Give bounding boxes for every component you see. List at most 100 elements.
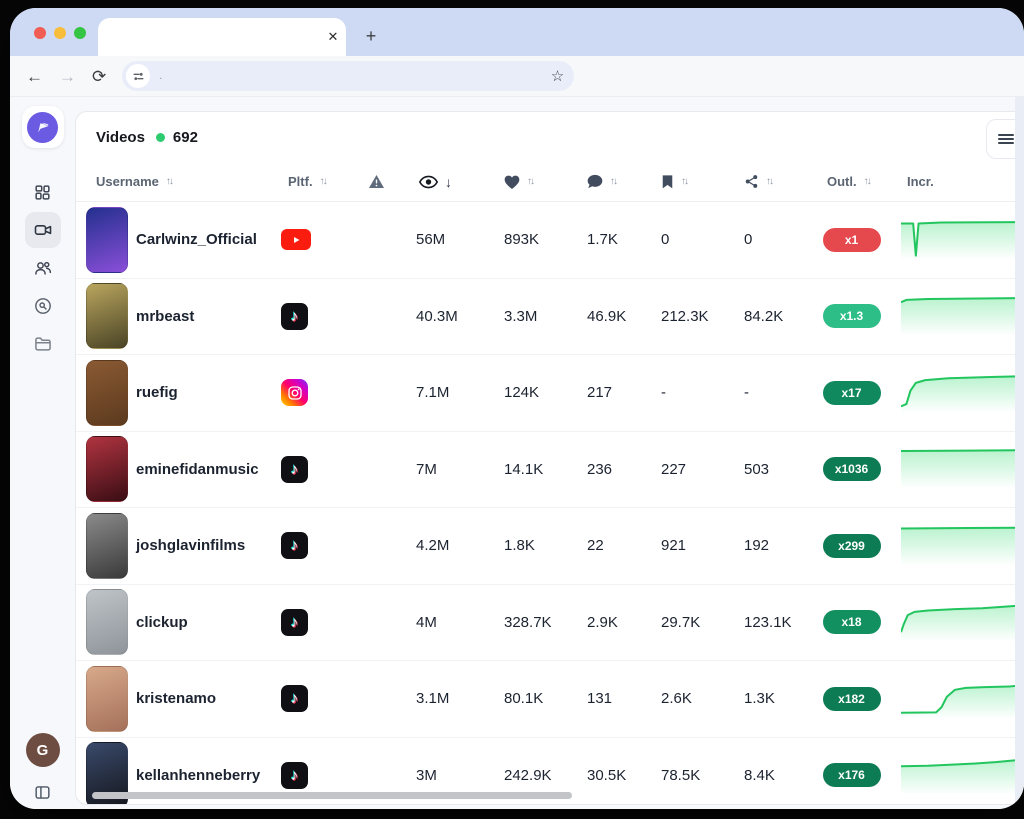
comments-cell: 131 — [572, 690, 646, 707]
bookmarks-cell: 921 — [646, 537, 729, 554]
username-cell[interactable]: kristenamo — [136, 690, 281, 707]
video-thumbnail[interactable] — [86, 360, 128, 426]
sidebar-item-accounts[interactable] — [25, 250, 61, 286]
people-icon — [33, 258, 53, 278]
table-row[interactable]: mrbeast ♪ 40.3M 3.3M 46.9K 212.3K 84.2K … — [76, 279, 1024, 356]
sidebar-item-dashboard[interactable] — [25, 174, 61, 210]
sort-icon[interactable]: ↑↓ — [320, 176, 326, 187]
shares-cell: - — [729, 384, 812, 401]
table-row[interactable]: eminefidanmusic ♪ 7M 14.1K 236 227 503 x… — [76, 432, 1024, 509]
reload-icon[interactable]: ⟳ — [92, 68, 106, 85]
views-cell: 4M — [406, 614, 489, 631]
comments-cell: 1.7K — [572, 231, 646, 248]
username-cell[interactable]: Carlwinz_Official — [136, 231, 281, 248]
card-header: Videos 692 — [76, 112, 1024, 162]
browser-window: ✕ + ← → ⟳ . ☆ — [10, 8, 1024, 809]
table-row[interactable]: clickup ♪ 4M 328.7K 2.9K 29.7K 123.1K x1… — [76, 585, 1024, 662]
increase-sparkline — [901, 676, 1024, 722]
address-bar[interactable]: . ☆ — [122, 61, 574, 91]
browser-tab[interactable]: ✕ — [98, 18, 346, 56]
sort-icon[interactable]: ↑↓ — [681, 176, 687, 187]
forward-icon[interactable]: → — [59, 68, 76, 85]
table-header: Username↑↓ Pltf.↑↓ ↓ ↑↓ — [76, 162, 1024, 202]
sort-icon[interactable]: ↑↓ — [766, 176, 772, 187]
minimize-window-button[interactable] — [54, 27, 66, 39]
outlier-badge: x18 — [823, 610, 881, 634]
column-warning[interactable] — [346, 174, 406, 189]
bookmark-star-icon[interactable]: ☆ — [551, 67, 564, 85]
username-cell[interactable]: kellanhenneberry — [136, 767, 281, 784]
tiktok-icon: ♪ — [281, 762, 308, 789]
sort-icon[interactable]: ↑↓ — [166, 176, 172, 187]
video-thumbnail[interactable] — [86, 436, 128, 502]
shares-cell: 84.2K — [729, 308, 812, 325]
tiktok-icon: ♪ — [281, 609, 308, 636]
shares-cell: 0 — [729, 231, 812, 248]
username-cell[interactable]: eminefidanmusic — [136, 461, 281, 478]
avatar[interactable]: G — [26, 733, 60, 767]
sidebar-nav — [25, 174, 61, 362]
column-username[interactable]: Username↑↓ — [96, 174, 288, 189]
sort-icon[interactable]: ↑↓ — [864, 176, 870, 187]
horizontal-scrollbar[interactable] — [92, 792, 572, 799]
maximize-window-button[interactable] — [74, 27, 86, 39]
sidebar: G — [10, 97, 75, 809]
sidebar-item-videos[interactable] — [25, 212, 61, 248]
collapse-sidebar-icon[interactable] — [33, 783, 52, 802]
increase-sparkline — [901, 370, 1024, 416]
outlier-badge: x176 — [823, 763, 881, 787]
table-row[interactable]: joshglavinfilms ♪ 4.2M 1.8K 22 921 192 x… — [76, 508, 1024, 585]
url-text: . — [159, 70, 162, 82]
site-settings-icon[interactable] — [126, 64, 150, 88]
sort-icon[interactable]: ↑↓ — [527, 176, 533, 187]
tab-close-icon[interactable]: ✕ — [320, 29, 346, 45]
sidebar-item-collections[interactable] — [25, 326, 61, 362]
sort-desc-icon[interactable]: ↓ — [445, 174, 452, 190]
grid-icon — [33, 183, 52, 202]
youtube-icon — [281, 229, 311, 250]
shares-cell: 1.3K — [729, 690, 812, 707]
sidebar-item-search[interactable] — [25, 288, 61, 324]
username-cell[interactable]: mrbeast — [136, 308, 281, 325]
table-row[interactable]: kristenamo ♪ 3.1M 80.1K 131 2.6K 1.3K x1… — [76, 661, 1024, 738]
new-tab-button[interactable]: + — [358, 23, 384, 49]
views-cell: 40.3M — [406, 308, 489, 325]
shares-cell: 8.4K — [729, 767, 812, 784]
video-thumbnail[interactable] — [86, 283, 128, 349]
tiktok-icon: ♪ — [281, 685, 308, 712]
column-comments[interactable]: ↑↓ — [572, 174, 646, 189]
username-cell[interactable]: clickup — [136, 614, 281, 631]
tiktok-icon: ♪ — [281, 303, 308, 330]
sort-icon[interactable]: ↑↓ — [610, 176, 616, 187]
username-cell[interactable]: ruefig — [136, 384, 281, 401]
table-row[interactable]: ruefig 7.1M 124K 217 - - x17 — [76, 355, 1024, 432]
bookmarks-cell: 212.3K — [646, 308, 729, 325]
video-thumbnail[interactable] — [86, 589, 128, 655]
main-content: Videos 692 Username↑↓ Pltf.↑↓ — [75, 97, 1024, 809]
column-bookmarks[interactable]: ↑↓ — [646, 174, 729, 189]
back-icon[interactable]: ← — [26, 68, 43, 85]
video-thumbnail[interactable] — [86, 666, 128, 732]
likes-cell: 14.1K — [489, 461, 572, 478]
likes-cell: 124K — [489, 384, 572, 401]
column-platform[interactable]: Pltf.↑↓ — [288, 174, 346, 189]
eye-icon — [419, 175, 438, 189]
comments-cell: 2.9K — [572, 614, 646, 631]
increase-sparkline — [901, 446, 1024, 492]
close-window-button[interactable] — [34, 27, 46, 39]
bookmarks-cell: 0 — [646, 231, 729, 248]
column-views[interactable]: ↓ — [406, 174, 489, 190]
window-controls — [34, 27, 86, 39]
video-thumbnail[interactable] — [86, 513, 128, 579]
column-outliers[interactable]: Outl.↑↓ — [812, 174, 891, 189]
video-thumbnail[interactable] — [86, 207, 128, 273]
app-logo-icon — [27, 112, 58, 143]
app-logo[interactable] — [22, 106, 64, 148]
column-likes[interactable]: ↑↓ — [489, 175, 572, 189]
outlier-badge: x299 — [823, 534, 881, 558]
table-row[interactable]: Carlwinz_Official 56M 893K 1.7K 0 0 x1 — [76, 202, 1024, 279]
likes-cell: 242.9K — [489, 767, 572, 784]
bookmarks-cell: 2.6K — [646, 690, 729, 707]
username-cell[interactable]: joshglavinfilms — [136, 537, 281, 554]
column-shares[interactable]: ↑↓ — [729, 174, 812, 189]
